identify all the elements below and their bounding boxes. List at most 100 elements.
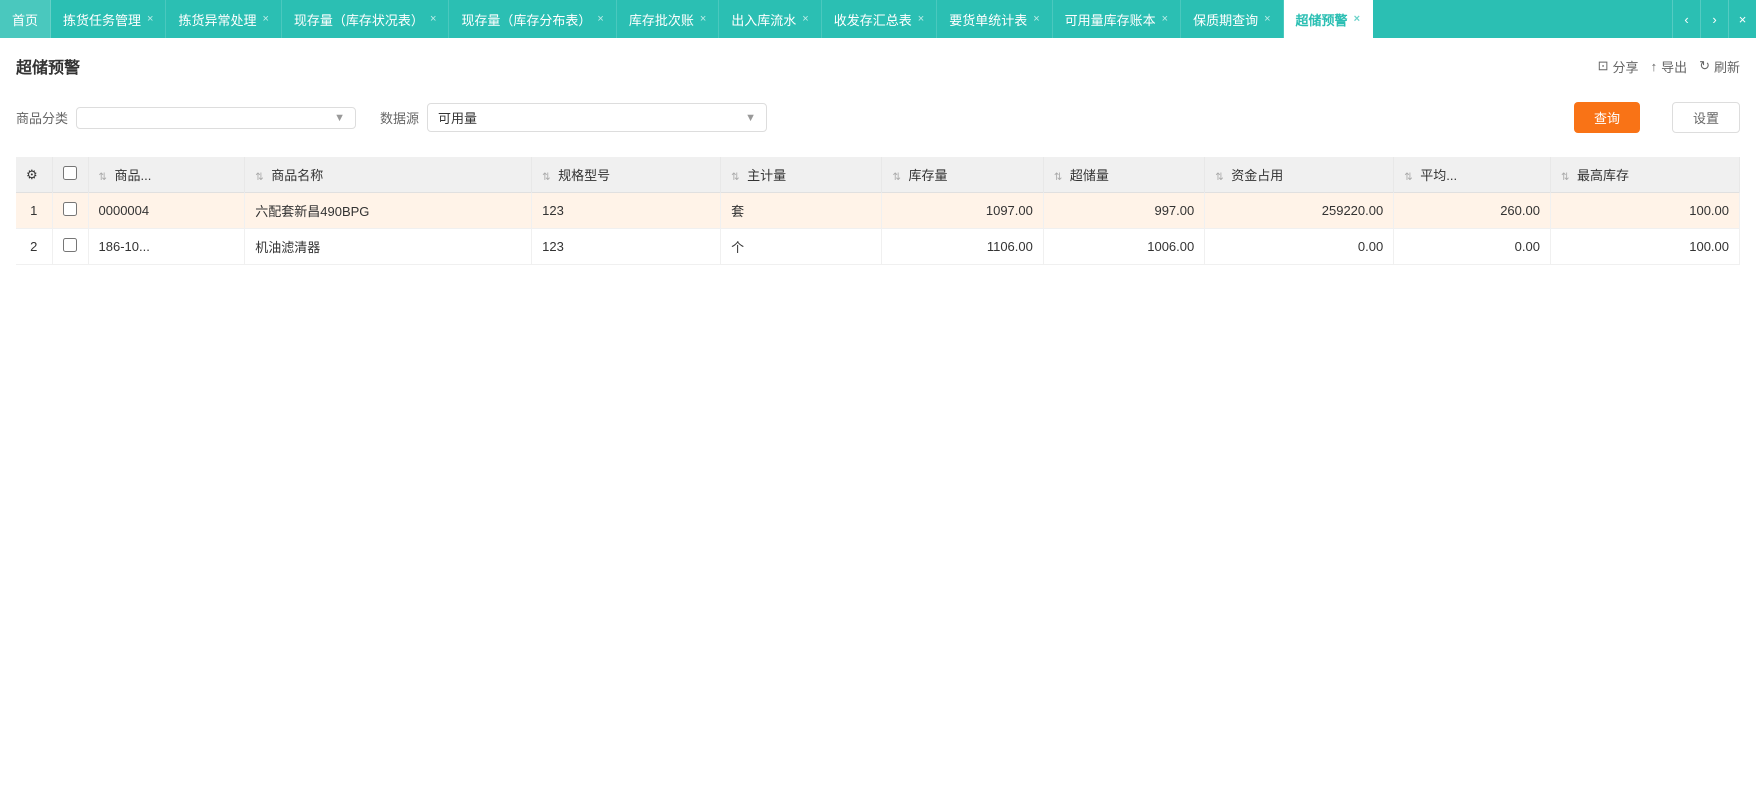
spec-2: 123: [532, 229, 721, 265]
sort-icon: ⇅: [255, 172, 263, 183]
unit-1: 套: [721, 193, 882, 229]
table-row: 1 0000004 六配套新昌490BPG 123 套 1097.00 997.…: [16, 193, 1740, 229]
nav-item-overstock[interactable]: 超储预警 ×: [1284, 0, 1373, 38]
select-all-checkbox[interactable]: [63, 166, 77, 180]
close-icon[interactable]: ×: [918, 13, 924, 25]
nav-item-available[interactable]: 可用量库存账本 ×: [1053, 0, 1181, 38]
nav-item-home[interactable]: 首页: [0, 0, 51, 38]
datasource-label: 数据源: [380, 108, 419, 127]
chevron-down-icon: ▼: [334, 112, 345, 124]
page-header: 超储预警 ⊡ 分享 ↑ 导出 ↻ 刷新: [16, 54, 1740, 78]
refresh-button[interactable]: ↻ 刷新: [1699, 57, 1740, 76]
capital-2: 0.00: [1205, 229, 1394, 265]
table-header: ⚙ ⇅ 商品... ⇅ 商品名称 ⇅ 规格型号 ⇅: [16, 157, 1740, 193]
spec-1: 123: [532, 193, 721, 229]
datasource-value: 可用量: [438, 108, 477, 127]
nav-item-task-mgmt[interactable]: 拣货任务管理 ×: [51, 0, 166, 38]
product-code-2: 186-10...: [88, 229, 245, 265]
close-icon[interactable]: ×: [1264, 13, 1270, 25]
col-product-name: ⇅ 商品名称: [245, 157, 532, 193]
category-select[interactable]: ▼: [76, 107, 356, 129]
chevron-down-icon: ▼: [745, 112, 756, 124]
nav-item-requisition[interactable]: 要货单统计表 ×: [937, 0, 1052, 38]
export-button[interactable]: ↑ 导出: [1651, 57, 1688, 76]
col-capital: ⇅ 资金占用: [1205, 157, 1394, 193]
close-icon[interactable]: ×: [147, 13, 153, 25]
sort-icon: ⇅: [99, 172, 107, 183]
sort-icon: ⇅: [892, 172, 900, 183]
settings-button[interactable]: 设置: [1672, 102, 1740, 133]
close-icon[interactable]: ×: [1033, 13, 1039, 25]
max-stock-2: 100.00: [1550, 229, 1739, 265]
close-icon[interactable]: ×: [597, 13, 603, 25]
data-table: ⚙ ⇅ 商品... ⇅ 商品名称 ⇅ 规格型号 ⇅: [16, 157, 1740, 265]
row-num-2: 2: [16, 229, 52, 265]
row-select-checkbox[interactable]: [63, 238, 77, 252]
stock-2: 1106.00: [882, 229, 1043, 265]
product-code-1: 0000004: [88, 193, 245, 229]
share-button[interactable]: ⊡ 分享: [1598, 57, 1639, 76]
sort-icon: ⇅: [1404, 172, 1412, 183]
col-stock: ⇅ 库存量: [882, 157, 1043, 193]
unit-2: 个: [721, 229, 882, 265]
sort-icon: ⇅: [1561, 172, 1569, 183]
avg-2: 0.00: [1394, 229, 1551, 265]
capital-1: 259220.00: [1205, 193, 1394, 229]
row-select-checkbox[interactable]: [63, 202, 77, 216]
datasource-filter: 数据源 可用量 ▼: [380, 103, 767, 132]
close-icon[interactable]: ×: [700, 13, 706, 25]
col-product-code: ⇅ 商品...: [88, 157, 245, 193]
sort-icon: ⇅: [542, 172, 550, 183]
avg-1: 260.00: [1394, 193, 1551, 229]
nav-item-batch[interactable]: 库存批次账 ×: [617, 0, 719, 38]
category-filter: 商品分类 ▼: [16, 107, 356, 129]
overstock-1: 997.00: [1043, 193, 1204, 229]
table-row: 2 186-10... 机油滤清器 123 个 1106.00 1006.00 …: [16, 229, 1740, 265]
product-name-2: 机油滤清器: [245, 229, 532, 265]
sort-icon: ⇅: [1054, 172, 1062, 183]
col-unit: ⇅ 主计量: [721, 157, 882, 193]
query-button[interactable]: 查询: [1574, 102, 1640, 133]
col-avg: ⇅ 平均...: [1394, 157, 1551, 193]
close-icon[interactable]: ×: [262, 13, 268, 25]
nav-item-flow[interactable]: 出入库流水 ×: [719, 0, 821, 38]
row-num-1: 1: [16, 193, 52, 229]
datasource-select[interactable]: 可用量 ▼: [427, 103, 767, 132]
share-icon: ⊡: [1598, 58, 1609, 74]
row-checkbox-1: [52, 193, 88, 229]
gear-icon[interactable]: ⚙: [26, 167, 38, 182]
page-title: 超储预警: [16, 54, 80, 78]
close-icon[interactable]: ×: [802, 13, 808, 25]
page-content: 超储预警 ⊡ 分享 ↑ 导出 ↻ 刷新 商品分类 ▼ 数据源: [0, 38, 1756, 800]
category-label: 商品分类: [16, 108, 68, 127]
refresh-icon: ↻: [1699, 58, 1710, 74]
close-icon[interactable]: ×: [1354, 13, 1360, 25]
table-body: 1 0000004 六配套新昌490BPG 123 套 1097.00 997.…: [16, 193, 1740, 265]
nav-item-stock-dist[interactable]: 现存量（库存分布表） ×: [449, 0, 616, 38]
product-name-1: 六配套新昌490BPG: [245, 193, 532, 229]
nav-arrows: ‹ › ×: [1672, 0, 1756, 38]
sort-icon: ⇅: [1215, 172, 1223, 183]
nav-item-abnormal[interactable]: 拣货异常处理 ×: [166, 0, 281, 38]
nav-item-summary[interactable]: 收发存汇总表 ×: [822, 0, 937, 38]
nav-next-button[interactable]: ›: [1700, 0, 1728, 38]
nav-item-stock-status[interactable]: 现存量（库存状况表） ×: [282, 0, 449, 38]
nav-close-button[interactable]: ×: [1728, 0, 1756, 38]
close-icon[interactable]: ×: [1162, 13, 1168, 25]
max-stock-1: 100.00: [1550, 193, 1739, 229]
col-overstock: ⇅ 超储量: [1043, 157, 1204, 193]
nav-prev-button[interactable]: ‹: [1672, 0, 1700, 38]
nav-item-quality[interactable]: 保质期查询 ×: [1181, 0, 1283, 38]
overstock-2: 1006.00: [1043, 229, 1204, 265]
stock-1: 1097.00: [882, 193, 1043, 229]
col-spec: ⇅ 规格型号: [532, 157, 721, 193]
sort-icon: ⇅: [731, 172, 739, 183]
filter-bar: 商品分类 ▼ 数据源 可用量 ▼ 查询 设置: [16, 94, 1740, 141]
col-max-stock: ⇅ 最高库存: [1550, 157, 1739, 193]
row-checkbox-2: [52, 229, 88, 265]
header-actions: ⊡ 分享 ↑ 导出 ↻ 刷新: [1598, 57, 1740, 76]
checkbox-column-header: [52, 157, 88, 193]
gear-column-header: ⚙: [16, 157, 52, 193]
top-navigation: 首页 拣货任务管理 × 拣货异常处理 × 现存量（库存状况表） × 现存量（库存…: [0, 0, 1756, 38]
close-icon[interactable]: ×: [430, 13, 436, 25]
